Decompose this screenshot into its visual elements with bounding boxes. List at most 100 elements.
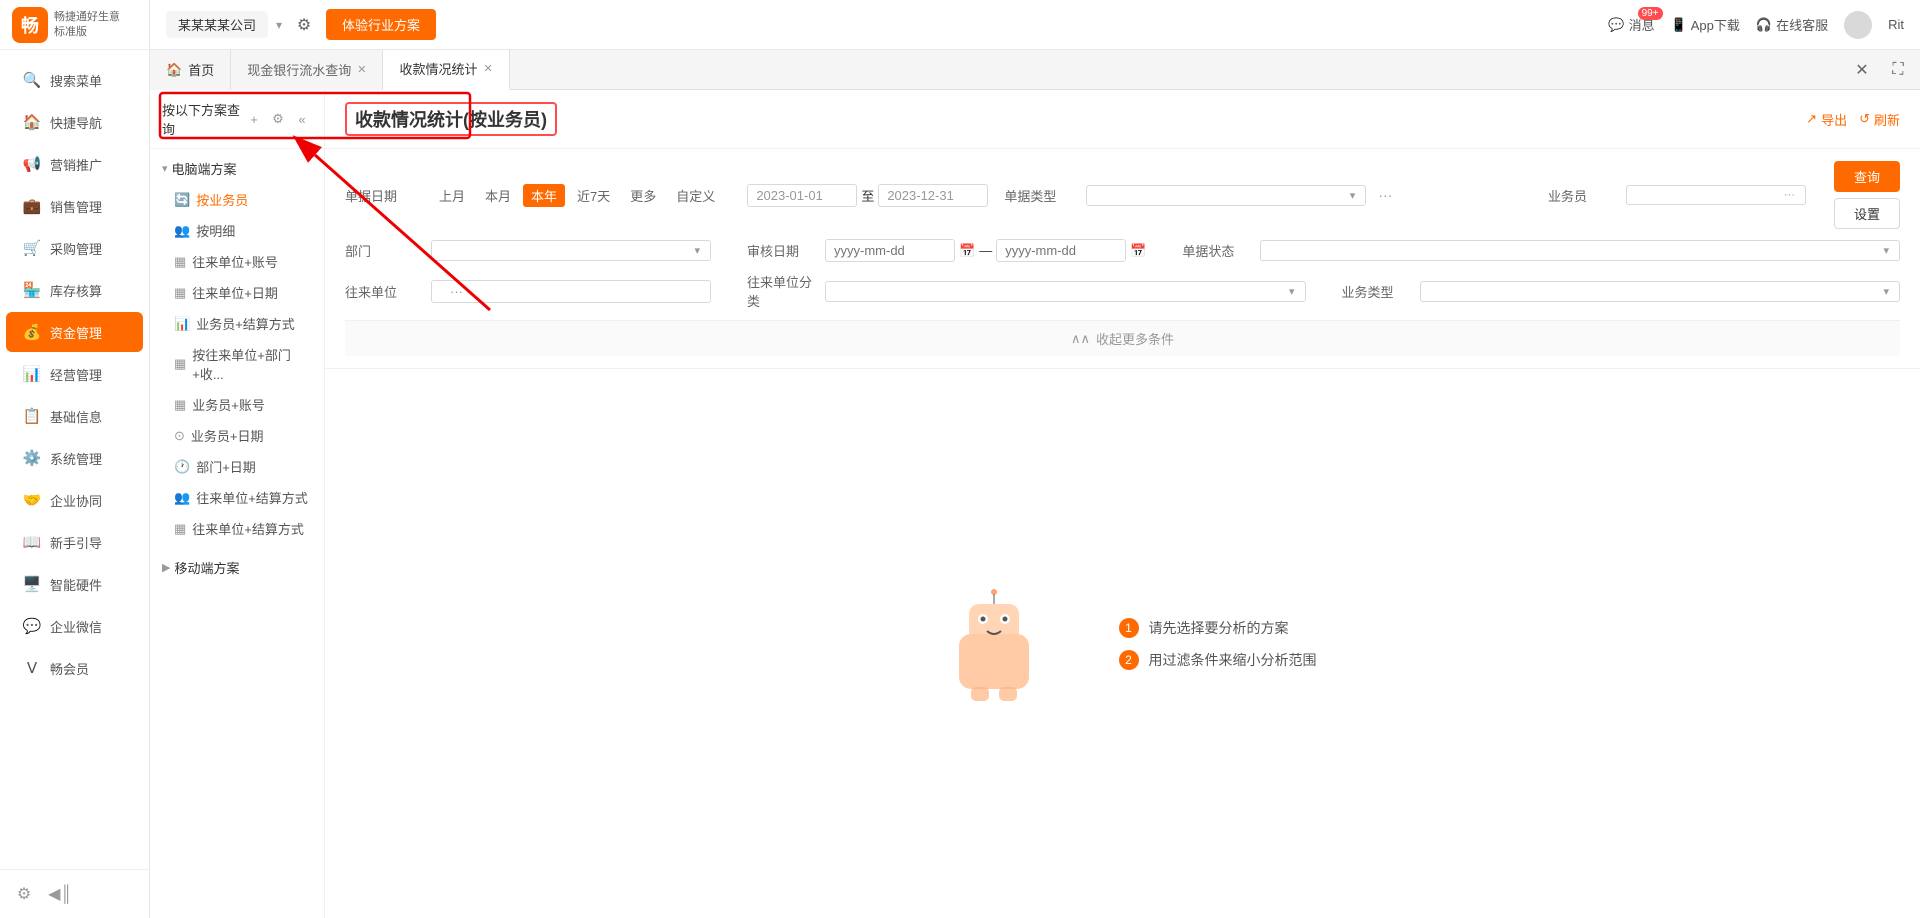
audit-to-input[interactable] <box>996 239 1126 262</box>
scheme-item-salesperson_settlement[interactable]: 📊业务员+结算方式 <box>150 308 324 339</box>
scheme-item-partner_settlement2[interactable]: ▦往来单位+结算方式 <box>150 513 324 544</box>
tab-maximize-icon[interactable]: ⛶ <box>1884 56 1912 84</box>
scheme-settings-icon[interactable]: ⚙ <box>268 109 288 129</box>
scheme-item-partner_dept_receipt[interactable]: ▦按往来单位+部门+收... <box>150 339 324 389</box>
sidebar-item-inventory[interactable]: 🏪库存核算 <box>6 270 143 310</box>
tab-close-all-icon[interactable]: ✕ <box>1848 56 1876 84</box>
dept-arrow: ▾ <box>694 244 700 257</box>
scheme-item-partner_settlement1[interactable]: 👥往来单位+结算方式 <box>150 482 324 513</box>
calendar-icon-right[interactable]: 📅 <box>1130 243 1146 259</box>
bill-type-select[interactable]: ▾ <box>1086 185 1366 206</box>
export-button[interactable]: ↗ 导出 <box>1806 110 1847 129</box>
scheme-item-by_detail[interactable]: 👥按明细 <box>150 215 324 246</box>
partner-select[interactable]: ··· <box>431 280 711 303</box>
scheme-item-by_salesperson[interactable]: 🔄按业务员 <box>150 184 324 215</box>
dept_date-icon: 🕐 <box>174 459 190 475</box>
sidebar-item-hardware[interactable]: 🖥️智能硬件 <box>6 564 143 604</box>
partner-category-arrow: ▾ <box>1289 285 1295 298</box>
audit-from-input[interactable] <box>825 239 955 262</box>
date-shortcut-7days[interactable]: 近7天 <box>569 184 618 207</box>
scheme-add-icon[interactable]: + <box>244 109 264 129</box>
scheme-item-partner_account[interactable]: ▦往来单位+账号 <box>150 246 324 277</box>
tab-bank-close[interactable]: ✕ <box>357 63 366 76</box>
filter-row-2: 部门 ▾ 审核日期 📅 — 📅 <box>345 239 1900 262</box>
tab-receipt-close[interactable]: ✕ <box>483 62 492 75</box>
settings-bottom-icon[interactable]: ⚙ <box>10 880 38 908</box>
sidebar-item-marketing[interactable]: 📢 营销推广 <box>6 144 143 184</box>
date-shortcut-this-month[interactable]: 本月 <box>477 184 519 207</box>
sidebar-item-member[interactable]: Ⅴ畅会员 <box>6 648 143 688</box>
user-name[interactable]: Rit <box>1888 17 1904 32</box>
sidebar-item-guide[interactable]: 📖新手引导 <box>6 522 143 562</box>
business-type-select[interactable]: ▾ <box>1420 281 1901 302</box>
scheme-collapse-icon[interactable]: « <box>292 109 312 129</box>
message-item[interactable]: 💬 消息 99+ <box>1608 15 1654 34</box>
audit-date-pair: 📅 — 📅 <box>825 239 1146 262</box>
bill-type-more-icon[interactable]: ··· <box>1378 187 1392 203</box>
scheme-item-dept_date[interactable]: 🕐部门+日期 <box>150 451 324 482</box>
date-shortcut-more[interactable]: 更多 <box>622 184 664 207</box>
trial-button[interactable]: 体验行业方案 <box>326 9 436 40</box>
partner_settlement2-icon: ▦ <box>174 521 186 537</box>
logo-icon: 畅 <box>12 7 48 43</box>
top-settings-icon[interactable]: ⚙ <box>290 11 318 39</box>
tab-bank[interactable]: 现金银行流水查询 ✕ <box>231 50 383 90</box>
collapse-bar[interactable]: ∧∧ 收起更多条件 <box>345 320 1900 356</box>
sidebar-item-wechat[interactable]: 💬企业微信 <box>6 606 143 646</box>
scheme-group-pc-header[interactable]: ▾ 电脑端方案 <box>150 153 324 184</box>
tab-home[interactable]: 🏠 首页 <box>150 50 231 90</box>
scheme-item-label-salesperson_account: 业务员+账号 <box>192 395 265 414</box>
company-name[interactable]: 某某某某公司 <box>166 11 268 38</box>
sidebar-item-enterprise[interactable]: 🤝企业协同 <box>6 480 143 520</box>
scheme-item-salesperson_account[interactable]: ▦业务员+账号 <box>150 389 324 420</box>
bill-status-label: 单据状态 <box>1182 241 1252 260</box>
settings-button[interactable]: 设置 <box>1834 198 1900 229</box>
partner-more-icon[interactable]: ··· <box>450 284 463 299</box>
sidebar-item-label-enterprise: 企业协同 <box>50 491 102 510</box>
sales-icon: 💼 <box>22 196 42 216</box>
message-badge: 99+ <box>1638 7 1663 20</box>
salesperson-select[interactable]: ··· <box>1626 185 1806 205</box>
partner-category-label: 往来单位分类 <box>747 272 817 310</box>
sidebar-item-purchase[interactable]: 🛒采购管理 <box>6 228 143 268</box>
refresh-button[interactable]: ↺ 刷新 <box>1859 110 1900 129</box>
empty-state: 1 请先选择要分析的方案 2 用过滤条件来缩小分析范围 <box>325 369 1920 918</box>
sidebar-item-basics[interactable]: 📋基础信息 <box>6 396 143 436</box>
salesperson-arrow: ··· <box>1784 189 1795 201</box>
sidebar-item-search[interactable]: 🔍搜索菜单 <box>6 60 143 100</box>
sidebar-item-finance[interactable]: 💰资金管理 <box>6 312 143 352</box>
sidebar-item-quicknav[interactable]: 🏠快捷导航 <box>6 102 143 142</box>
sidebar-item-system[interactable]: ⚙️系统管理 <box>6 438 143 478</box>
scheme-item-salesperson_date[interactable]: ⊙业务员+日期 <box>150 420 324 451</box>
collapse-sidebar-icon[interactable]: ◀║ <box>46 880 74 908</box>
date-shortcut-this-year[interactable]: 本年 <box>523 184 565 207</box>
marketing-icon: 📢 <box>22 154 42 174</box>
date-shortcut-custom[interactable]: 自定义 <box>668 184 723 207</box>
query-button[interactable]: 查询 <box>1834 161 1900 192</box>
date-from-input[interactable] <box>747 184 857 207</box>
tab-receipt[interactable]: 收款情况统计 ✕ <box>383 50 509 90</box>
sidebar-item-operations[interactable]: 📊经营管理 <box>6 354 143 394</box>
refresh-icon: ↺ <box>1859 111 1870 127</box>
app-download-item[interactable]: 📱 App下载 <box>1671 15 1740 34</box>
partner-category-select[interactable]: ▾ <box>825 281 1306 302</box>
calendar-icon-left[interactable]: 📅 <box>959 243 975 259</box>
service-item[interactable]: 🎧 在线客服 <box>1756 15 1828 34</box>
scheme-item-partner_date[interactable]: ▦往来单位+日期 <box>150 277 324 308</box>
empty-illustration <box>929 579 1059 709</box>
date-to-input[interactable] <box>878 184 988 207</box>
company-dropdown-icon[interactable]: ▾ <box>276 18 282 32</box>
date-shortcut-prev-month[interactable]: 上月 <box>431 184 473 207</box>
top-bar: 某某某某公司 ▾ ⚙ 体验行业方案 💬 消息 99+ 📱 App下载 🎧 在线客… <box>150 0 1920 50</box>
sidebar-item-label-wechat: 企业微信 <box>50 617 102 636</box>
sidebar-nav: 🔍搜索菜单🏠快捷导航 📢 营销推广 💼销售管理🛒采购管理🏪库存核算💰资金管理📊经营管理… <box>0 50 149 869</box>
date-range: 至 <box>747 184 988 207</box>
bill-status-select[interactable]: ▾ <box>1260 240 1900 261</box>
user-avatar[interactable] <box>1844 11 1872 39</box>
scheme-group-mobile-header[interactable]: ▶ 移动端方案 <box>150 552 324 583</box>
dept-select[interactable]: ▾ <box>431 240 711 261</box>
partner_settlement1-icon: 👥 <box>174 490 190 506</box>
basics-icon: 📋 <box>22 406 42 426</box>
sidebar-item-label-marketing: 营销推广 <box>50 155 102 174</box>
sidebar-item-sales[interactable]: 💼销售管理 <box>6 186 143 226</box>
